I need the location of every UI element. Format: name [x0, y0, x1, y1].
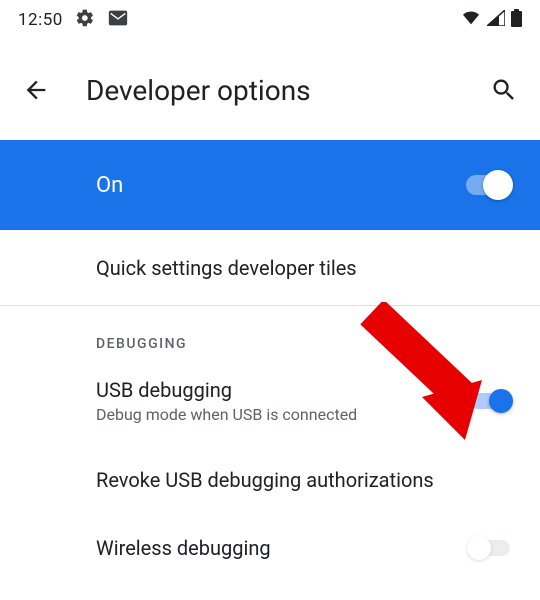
- master-toggle-label: On: [96, 173, 123, 198]
- status-right: [461, 9, 522, 31]
- back-button[interactable]: [22, 76, 50, 104]
- page-title: Developer options: [86, 74, 454, 107]
- usb-debugging-row[interactable]: USB debugging Debug mode when USB is con…: [0, 360, 540, 442]
- search-button[interactable]: [490, 76, 518, 104]
- usb-debugging-subtitle: Debug mode when USB is connected: [96, 405, 456, 424]
- usb-debugging-title: USB debugging: [96, 378, 456, 402]
- status-time: 12:50: [18, 10, 63, 30]
- wireless-debugging-title: Wireless debugging: [96, 536, 456, 560]
- signal-icon: [487, 10, 505, 30]
- developer-options-master-toggle-row[interactable]: On: [0, 140, 540, 230]
- revoke-usb-debugging-auth-row[interactable]: Revoke USB debugging authorizations: [0, 442, 540, 518]
- gear-icon: [75, 8, 95, 32]
- revoke-usb-debugging-auth-label: Revoke USB debugging authorizations: [96, 468, 510, 492]
- status-left: 12:50: [18, 7, 129, 33]
- usb-debugging-toggle[interactable]: [470, 393, 510, 409]
- wifi-icon: [461, 10, 481, 30]
- status-bar: 12:50: [0, 0, 540, 40]
- master-toggle-switch[interactable]: [466, 175, 510, 195]
- wireless-debugging-row[interactable]: Wireless debugging: [0, 518, 540, 560]
- wireless-debugging-toggle[interactable]: [470, 540, 510, 556]
- mail-icon: [107, 7, 129, 33]
- quick-settings-developer-tiles-label: Quick settings developer tiles: [96, 256, 510, 280]
- quick-settings-developer-tiles-row[interactable]: Quick settings developer tiles: [0, 230, 540, 306]
- debugging-section-header: DEBUGGING: [0, 306, 540, 360]
- battery-icon: [511, 9, 522, 31]
- app-header: Developer options: [0, 40, 540, 140]
